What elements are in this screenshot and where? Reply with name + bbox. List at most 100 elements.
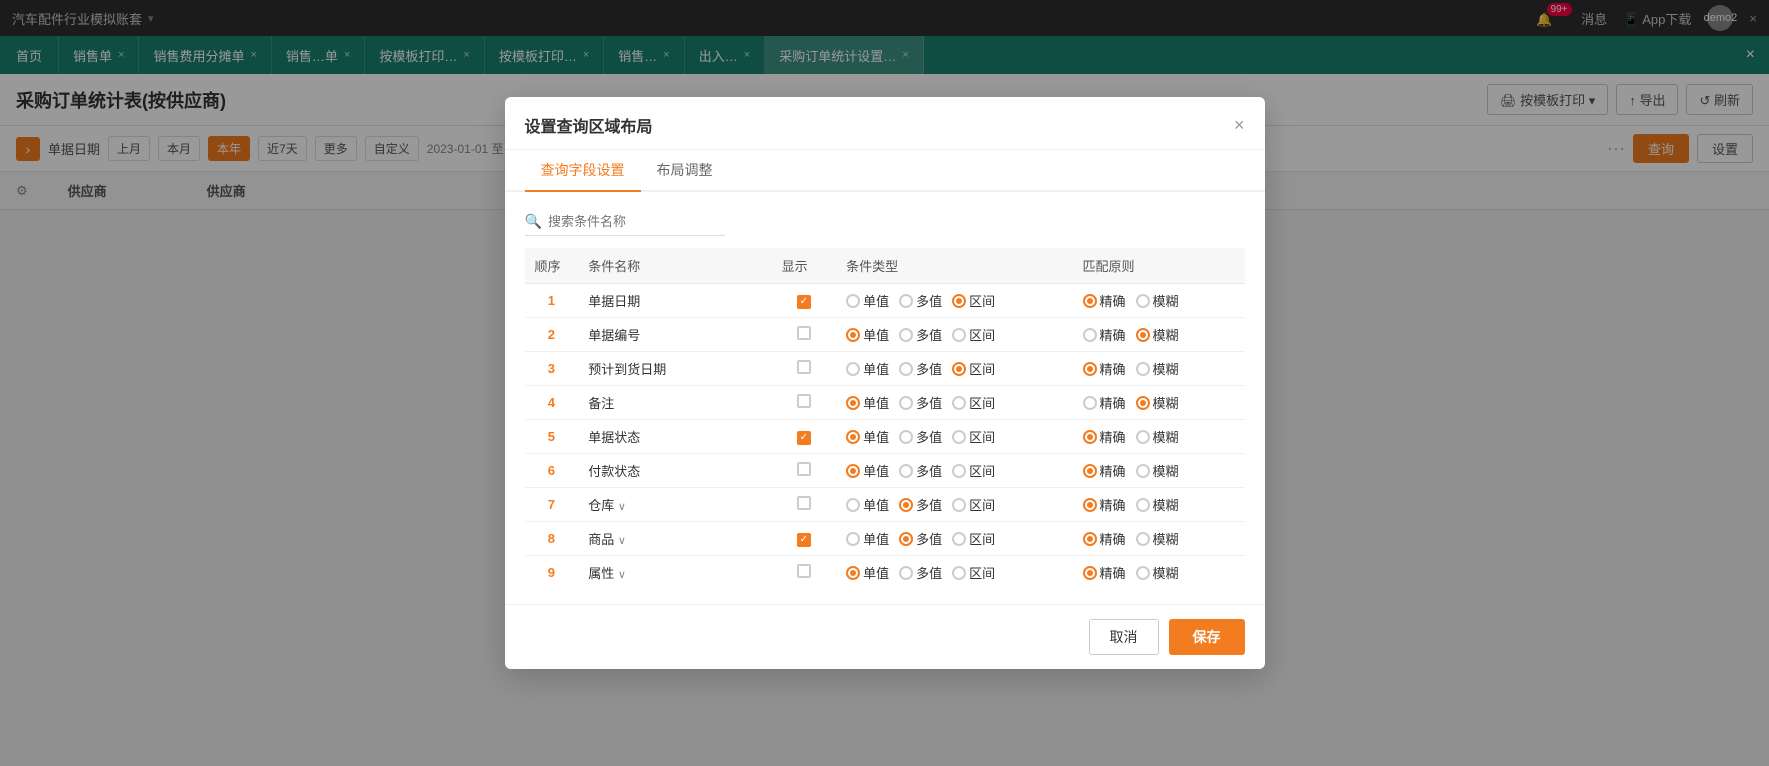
type-single-1[interactable]: 单值 <box>846 325 889 344</box>
table-row: 5单据状态✓单值多值区间精确模糊 <box>525 420 1245 454</box>
condition-name-6: 仓库 <box>588 498 614 513</box>
cell-show-8[interactable] <box>772 556 836 589</box>
show-checkbox-3[interactable] <box>797 394 811 408</box>
type-single-8[interactable]: 单值 <box>846 563 889 582</box>
cell-show-5[interactable] <box>772 454 836 488</box>
dialog-body: 🔍 顺序 条件名称 显示 条件类型 匹配原则 <box>505 192 1265 604</box>
match-circle-exact-1 <box>1083 328 1097 342</box>
type-range-3[interactable]: 区间 <box>952 393 995 412</box>
show-checkbox-2[interactable] <box>797 360 811 374</box>
show-checkbox-1[interactable] <box>797 326 811 340</box>
type-range-1[interactable]: 区间 <box>952 325 995 344</box>
save-btn[interactable]: 保存 <box>1169 619 1245 655</box>
type-range-2[interactable]: 区间 <box>952 359 995 378</box>
match-radio-group-0: 精确模糊 <box>1083 291 1235 310</box>
type-range-7[interactable]: 区间 <box>952 529 995 548</box>
show-checkbox-6[interactable] <box>797 496 811 510</box>
match-fuzzy-3[interactable]: 模糊 <box>1136 393 1179 412</box>
match-exact-8[interactable]: 精确 <box>1083 563 1126 582</box>
match-fuzzy-8[interactable]: 模糊 <box>1136 563 1179 582</box>
cell-show-0[interactable]: ✓ <box>772 284 836 318</box>
cancel-btn[interactable]: 取消 <box>1089 619 1159 655</box>
match-circle-exact-3 <box>1083 396 1097 410</box>
show-checkbox-7[interactable]: ✓ <box>797 533 811 547</box>
match-fuzzy-1[interactable]: 模糊 <box>1136 325 1179 344</box>
cell-type-0: 单值多值区间 <box>836 284 1072 318</box>
order-num-6: 7 <box>548 497 555 512</box>
type-single-4[interactable]: 单值 <box>846 427 889 446</box>
dialog-close-btn[interactable]: × <box>1234 115 1245 148</box>
cell-order-2: 3 <box>525 352 579 386</box>
cell-show-7[interactable]: ✓ <box>772 522 836 556</box>
match-exact-0[interactable]: 精确 <box>1083 291 1126 310</box>
match-circle-fuzzy-6 <box>1136 498 1150 512</box>
type-multi-2[interactable]: 多值 <box>899 359 942 378</box>
type-single-0[interactable]: 单值 <box>846 291 889 310</box>
type-single-6[interactable]: 单值 <box>846 495 889 514</box>
type-multi-6[interactable]: 多值 <box>899 495 942 514</box>
match-exact-7[interactable]: 精确 <box>1083 529 1126 548</box>
cell-show-1[interactable] <box>772 318 836 352</box>
match-fuzzy-7[interactable]: 模糊 <box>1136 529 1179 548</box>
type-multi-0[interactable]: 多值 <box>899 291 942 310</box>
tab-query-fields[interactable]: 查询字段设置 <box>525 150 641 192</box>
order-num-0: 1 <box>548 293 555 308</box>
match-fuzzy-4[interactable]: 模糊 <box>1136 427 1179 446</box>
match-radio-group-6: 精确 模糊 <box>1083 495 1235 514</box>
match-fuzzy-2[interactable]: 模糊 <box>1136 359 1179 378</box>
match-fuzzy-6[interactable]: 模糊 <box>1136 495 1179 514</box>
radio-circle-range-6 <box>952 498 966 512</box>
match-radio-group-3: 精确模糊 <box>1083 393 1235 412</box>
match-radio-group-8: 精确模糊 <box>1083 563 1235 582</box>
search-input[interactable] <box>542 212 725 231</box>
match-exact-3[interactable]: 精确 <box>1083 393 1126 412</box>
show-checkbox-0[interactable]: ✓ <box>797 295 811 309</box>
cell-show-4[interactable]: ✓ <box>772 420 836 454</box>
cell-show-6[interactable] <box>772 488 836 522</box>
match-exact-1[interactable]: 精确 <box>1083 325 1126 344</box>
condition-name-8: 属性 <box>588 566 614 581</box>
type-single-5[interactable]: 单值 <box>846 461 889 480</box>
table-row: 9属性 ∨单值多值区间精确模糊 <box>525 556 1245 589</box>
match-fuzzy-0[interactable]: 模糊 <box>1136 291 1179 310</box>
match-exact-2[interactable]: 精确 <box>1083 359 1126 378</box>
match-label-fuzzy-6: 模糊 <box>1153 495 1179 514</box>
type-range-6[interactable]: 区间 <box>952 495 995 514</box>
match-exact-5[interactable]: 精确 <box>1083 461 1126 480</box>
type-range-5[interactable]: 区间 <box>952 461 995 480</box>
type-range-4[interactable]: 区间 <box>952 427 995 446</box>
cell-show-3[interactable] <box>772 386 836 420</box>
radio-label-range-6: 区间 <box>969 495 995 514</box>
type-multi-4[interactable]: 多值 <box>899 427 942 446</box>
dialog-header: 设置查询区域布局 × <box>505 97 1265 150</box>
type-multi-7[interactable]: 多值 <box>899 529 942 548</box>
radio-circle-single-2 <box>846 362 860 376</box>
show-checkbox-8[interactable] <box>797 564 811 578</box>
type-range-0[interactable]: 区间 <box>952 291 995 310</box>
type-multi-1[interactable]: 多值 <box>899 325 942 344</box>
match-circle-fuzzy-3 <box>1136 396 1150 410</box>
type-multi-8[interactable]: 多值 <box>899 563 942 582</box>
show-checkbox-5[interactable] <box>797 462 811 476</box>
tab-layout-adjust[interactable]: 布局调整 <box>641 150 729 192</box>
type-range-8[interactable]: 区间 <box>952 563 995 582</box>
type-single-7[interactable]: 单值 <box>846 529 889 548</box>
match-fuzzy-5[interactable]: 模糊 <box>1136 461 1179 480</box>
cell-type-7: 单值多值区间 <box>836 522 1072 556</box>
cell-order-0: 1 <box>525 284 579 318</box>
type-multi-3[interactable]: 多值 <box>899 393 942 412</box>
match-exact-6[interactable]: 精确 <box>1083 495 1126 514</box>
match-circle-exact-8 <box>1083 566 1097 580</box>
radio-label-single-7: 单值 <box>863 529 889 548</box>
match-exact-4[interactable]: 精确 <box>1083 427 1126 446</box>
type-radio-group-1: 单值多值区间 <box>846 325 1062 344</box>
type-single-2[interactable]: 单值 <box>846 359 889 378</box>
radio-circle-single-5 <box>846 464 860 478</box>
show-checkbox-4[interactable]: ✓ <box>797 431 811 445</box>
match-label-exact-8: 精确 <box>1100 563 1126 582</box>
config-table: 顺序 条件名称 显示 条件类型 匹配原则 1单据日期✓单值多值区间精确模糊2单据… <box>525 248 1245 588</box>
cell-show-2[interactable] <box>772 352 836 386</box>
type-multi-5[interactable]: 多值 <box>899 461 942 480</box>
match-label-exact-0: 精确 <box>1100 291 1126 310</box>
type-single-3[interactable]: 单值 <box>846 393 889 412</box>
